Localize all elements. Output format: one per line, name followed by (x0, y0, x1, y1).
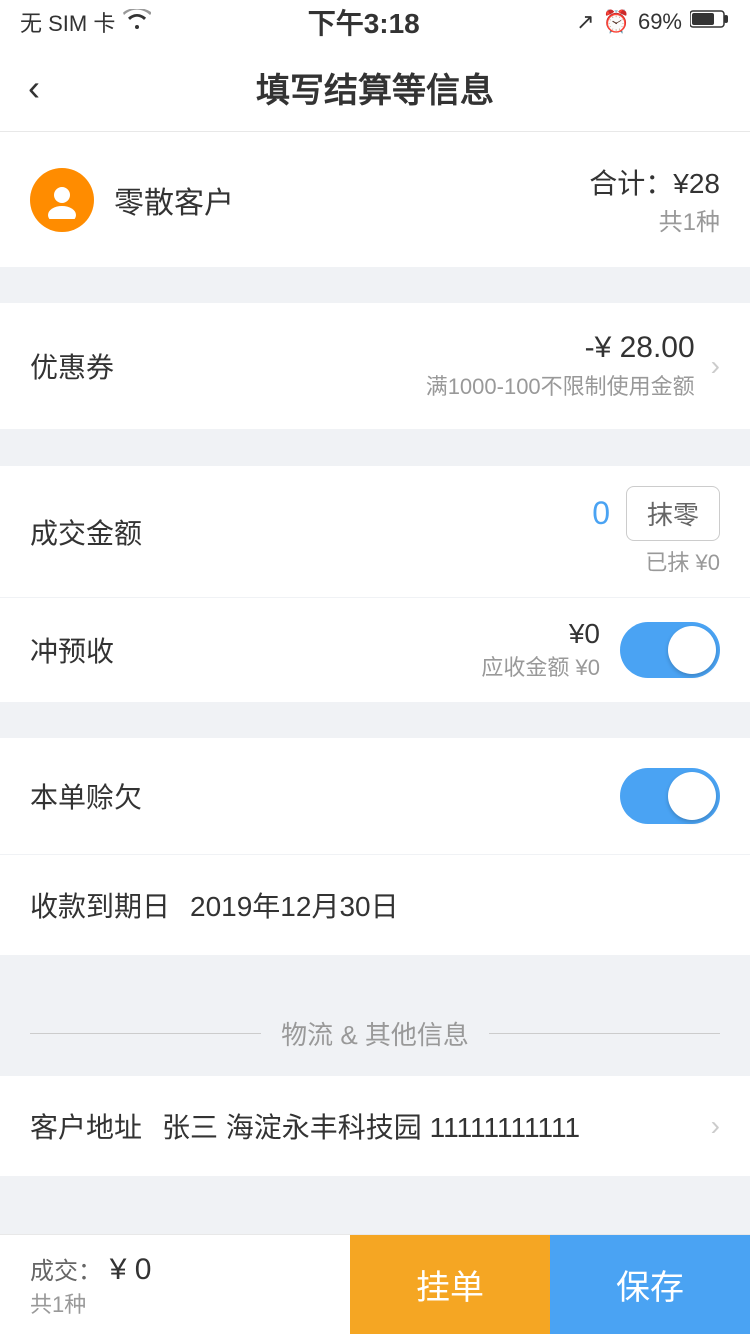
battery-text: 69% (638, 9, 682, 35)
deal-amount-right: 0 抹零 已抹 ¥0 (592, 486, 720, 577)
toggle-knob (668, 626, 716, 674)
status-bar: 无 SIM 卡 下午3:18 ↗ ⏰ 69% (0, 0, 750, 44)
receivable-amount: 应收金额 ¥0 (481, 650, 600, 682)
due-date-label: 收款到期日 (30, 885, 170, 925)
back-button[interactable]: ‹ (28, 67, 40, 109)
logistics-sep-text: 物流 & 其他信息 (281, 1015, 469, 1052)
debt-section: 本单赊欠 收款到期日 2019年12月30日 (0, 738, 750, 955)
bottom-deal-row: 成交： ¥ 0 (30, 1251, 320, 1287)
already-zero-text: 已抹 ¥0 (592, 545, 720, 577)
coupon-row[interactable]: 优惠券 -¥ 28.00 满1000-100不限制使用金额 › (0, 303, 750, 430)
deal-value[interactable]: 0 (592, 495, 610, 532)
coupon-amount-area: -¥ 28.00 满1000-100不限制使用金额 (426, 331, 695, 401)
bottom-deal-amount: ¥ 0 (110, 1253, 152, 1286)
alarm-icon: ⏰ (603, 9, 630, 35)
divider-4 (0, 975, 750, 991)
no-sim-text: 无 SIM 卡 (20, 6, 115, 38)
address-row[interactable]: 客户地址 张三 海淀永丰科技园 11111111111 › (0, 1076, 750, 1176)
debt-label: 本单赊欠 (30, 776, 142, 816)
divider-1 (0, 287, 750, 303)
bottom-deal-label: 成交： (30, 1258, 102, 1285)
customer-section: 零散客户 合计：¥28 共1种 (0, 132, 750, 267)
deal-amount-label: 成交金额 (30, 512, 142, 552)
round-zero-button[interactable]: 抹零 (626, 486, 720, 541)
battery-icon (690, 9, 730, 35)
page-title: 填写结算等信息 (256, 63, 494, 112)
sep-line-left (30, 1033, 261, 1034)
coupon-label: 优惠券 (30, 346, 114, 386)
debt-row: 本单赊欠 (0, 738, 750, 854)
due-date-row: 收款到期日 2019年12月30日 (0, 854, 750, 955)
wifi-icon (123, 9, 151, 35)
customer-right: 合计：¥28 共1种 (589, 162, 720, 237)
customer-name: 零散客户 (114, 178, 234, 222)
prepayment-toggle[interactable] (620, 622, 720, 678)
coupon-description: 满1000-100不限制使用金额 (426, 369, 695, 401)
bottom-info: 成交： ¥ 0 共1种 (0, 1235, 350, 1334)
divider-2 (0, 450, 750, 466)
address-label: 客户地址 (30, 1106, 142, 1146)
avatar (30, 168, 94, 232)
deal-input-area: 0 抹零 (592, 486, 720, 541)
divider-3 (0, 722, 750, 738)
debt-toggle-knob (668, 772, 716, 820)
logistics-separator: 物流 & 其他信息 (0, 991, 750, 1076)
status-left: 无 SIM 卡 (20, 6, 151, 38)
prepayment-amount: ¥0 (481, 618, 600, 650)
total-amount: 合计：¥28 (589, 162, 720, 202)
coupon-right: -¥ 28.00 满1000-100不限制使用金额 › (426, 331, 720, 401)
prepayment-row: 冲预收 ¥0 应收金额 ¥0 (0, 597, 750, 702)
coupon-section[interactable]: 优惠券 -¥ 28.00 满1000-100不限制使用金额 › (0, 303, 750, 430)
nav-bar: ‹ 填写结算等信息 (0, 44, 750, 132)
bottom-bar: 成交： ¥ 0 共1种 挂单 保存 (0, 1234, 750, 1334)
due-date-value[interactable]: 2019年12月30日 (190, 885, 399, 925)
address-chevron-icon: › (711, 1110, 720, 1142)
pending-button[interactable]: 挂单 (350, 1235, 550, 1334)
total-count: 共1种 (589, 202, 720, 237)
address-section[interactable]: 客户地址 张三 海淀永丰科技园 11111111111 › (0, 1076, 750, 1176)
prepayment-amount-col: ¥0 应收金额 ¥0 (481, 618, 600, 682)
deal-section: 成交金额 0 抹零 已抹 ¥0 冲预收 ¥0 应收金额 ¥0 (0, 466, 750, 702)
bottom-deal-count: 共1种 (30, 1287, 320, 1319)
deal-amount-row: 成交金额 0 抹零 已抹 ¥0 (0, 466, 750, 597)
status-time: 下午3:18 (308, 2, 420, 42)
chevron-right-icon: › (711, 350, 720, 382)
coupon-amount: -¥ 28.00 (426, 331, 695, 365)
address-value: 张三 海淀永丰科技园 11111111111 (162, 1106, 711, 1146)
customer-left: 零散客户 (30, 168, 234, 232)
prepayment-label: 冲预收 (30, 630, 114, 670)
prepayment-right: ¥0 应收金额 ¥0 (481, 618, 720, 682)
status-right: ↗ ⏰ 69% (576, 9, 730, 35)
customer-row: 零散客户 合计：¥28 共1种 (0, 132, 750, 267)
location-icon: ↗ (576, 9, 594, 35)
debt-toggle[interactable] (620, 768, 720, 824)
content: 零散客户 合计：¥28 共1种 优惠券 -¥ 28.00 满1000-100不限… (0, 132, 750, 1316)
save-button[interactable]: 保存 (550, 1235, 750, 1334)
sep-line-right (489, 1033, 720, 1034)
